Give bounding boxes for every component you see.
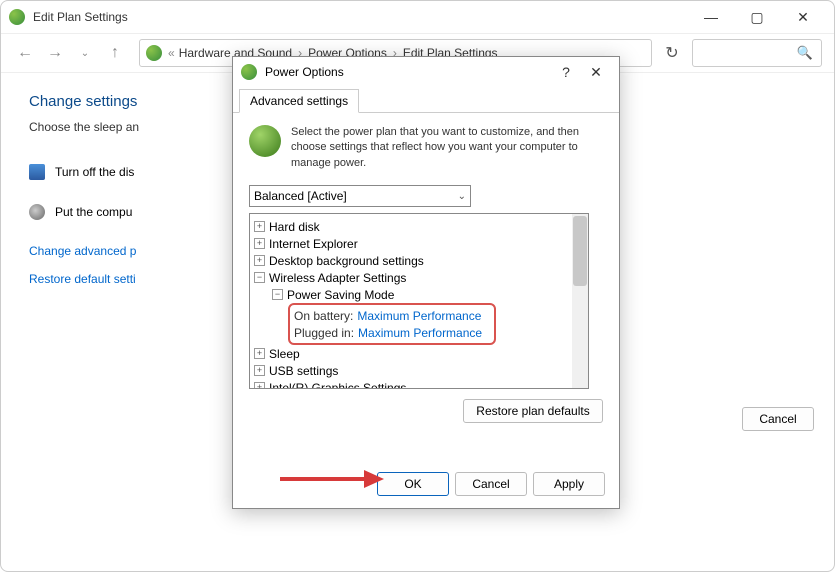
expand-icon[interactable]: + — [254, 348, 265, 359]
expand-icon[interactable]: + — [254, 221, 265, 232]
cancel-button[interactable]: Cancel — [455, 472, 527, 496]
search-input[interactable]: 🔍 — [692, 39, 822, 67]
ok-button[interactable]: OK — [377, 472, 449, 496]
dialog-close-button[interactable]: ✕ — [581, 60, 611, 84]
sleep-icon — [29, 204, 45, 220]
back-button[interactable]: ← — [13, 41, 37, 65]
on-battery-value[interactable]: Maximum Performance — [357, 309, 481, 323]
titlebar: Edit Plan Settings — ▢ ✕ — [1, 1, 834, 33]
dialog-icon — [241, 64, 257, 80]
maximize-button[interactable]: ▢ — [734, 1, 780, 33]
help-button[interactable]: ? — [551, 60, 581, 84]
scrollbar-thumb[interactable] — [573, 216, 587, 286]
tab-advanced-settings[interactable]: Advanced settings — [239, 89, 359, 113]
main-cancel-button[interactable]: Cancel — [742, 407, 814, 431]
settings-tree[interactable]: +Hard disk +Internet Explorer +Desktop b… — [249, 213, 589, 389]
power-options-dialog: Power Options ? ✕ Advanced settings Sele… — [232, 56, 620, 509]
expand-icon[interactable]: + — [254, 238, 265, 249]
restore-plan-defaults-button[interactable]: Restore plan defaults — [463, 399, 603, 423]
dialog-title: Power Options — [265, 65, 551, 79]
collapse-icon[interactable]: − — [272, 289, 283, 300]
battery-icon — [249, 125, 281, 157]
scrollbar[interactable] — [572, 214, 588, 388]
expand-icon[interactable]: + — [254, 382, 265, 389]
forward-button[interactable]: → — [43, 41, 67, 65]
plan-select[interactable]: Balanced [Active] ⌄ — [249, 185, 471, 207]
recent-dropdown[interactable]: ⌄ — [73, 41, 97, 65]
expand-icon[interactable]: + — [254, 365, 265, 376]
on-battery-label: On battery: — [294, 309, 353, 323]
plugged-in-value[interactable]: Maximum Performance — [358, 326, 482, 340]
dialog-info-text: Select the power plan that you want to c… — [291, 125, 603, 171]
highlighted-settings: On battery: Maximum Performance Plugged i… — [288, 303, 496, 345]
minimize-button[interactable]: — — [688, 1, 734, 33]
chevron-down-icon: ⌄ — [458, 191, 466, 202]
search-icon: 🔍 — [797, 45, 813, 61]
display-icon — [29, 164, 45, 180]
up-button[interactable]: ↑ — [103, 41, 127, 65]
collapse-icon[interactable]: − — [254, 272, 265, 283]
dialog-titlebar: Power Options ? ✕ — [233, 57, 619, 87]
expand-icon[interactable]: + — [254, 255, 265, 266]
breadcrumb-icon — [146, 45, 162, 61]
window-title: Edit Plan Settings — [33, 10, 688, 24]
close-button[interactable]: ✕ — [780, 1, 826, 33]
apply-button[interactable]: Apply — [533, 472, 605, 496]
tab-strip: Advanced settings — [233, 87, 619, 113]
power-options-icon — [9, 9, 25, 25]
plugged-in-label: Plugged in: — [294, 326, 354, 340]
refresh-button[interactable]: ↻ — [658, 39, 686, 67]
